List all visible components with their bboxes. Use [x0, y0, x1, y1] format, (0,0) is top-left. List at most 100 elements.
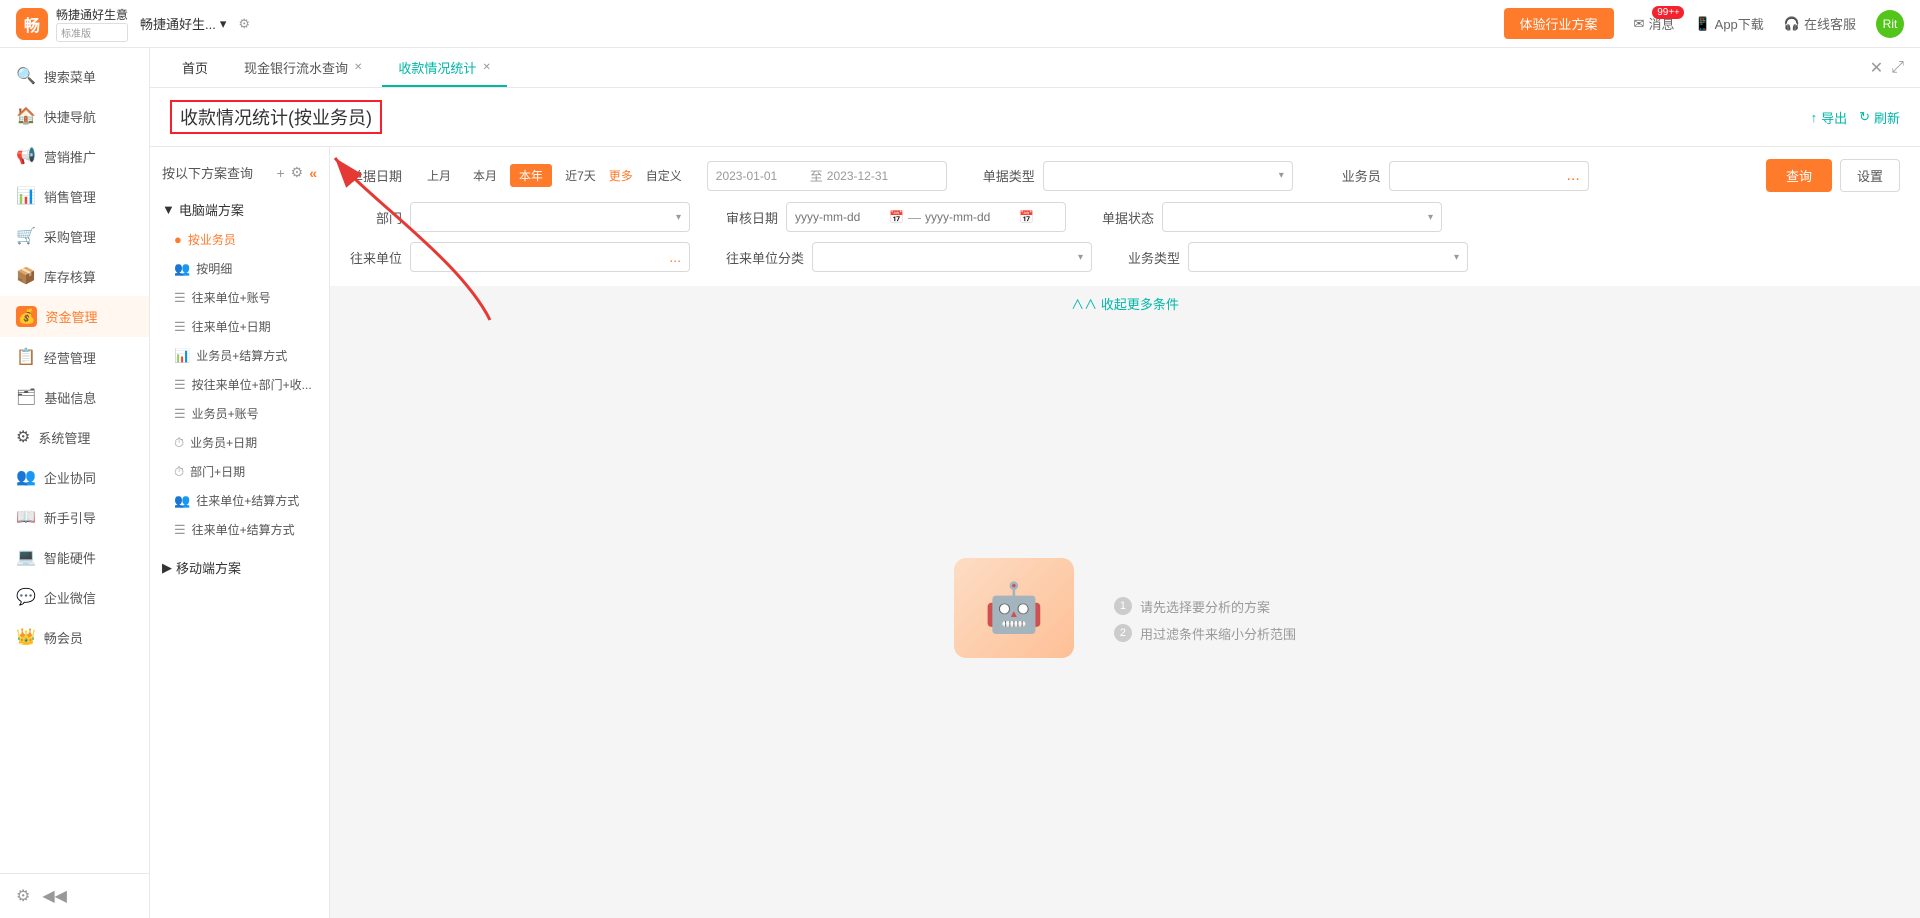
date-tag-more[interactable]: 更多: [609, 167, 633, 184]
scheme-collapse-icon[interactable]: «: [309, 165, 317, 181]
collapse-bar[interactable]: ∧∧ 收起更多条件: [330, 286, 1920, 321]
tab-bar: 首页 现金银行流水查询 ✕ 收款情况统计 ✕ ✕ ⤢: [150, 48, 1920, 88]
scheme-panel: 按以下方案查询 + ⚙ « ▼ 电脑端方案: [150, 147, 330, 918]
scheme-settings-icon[interactable]: ⚙: [291, 164, 304, 181]
scheme-item-unit-date[interactable]: ☰ 往来单位+日期: [150, 312, 329, 341]
date-range-input: 至: [707, 161, 947, 191]
date-tag-custom[interactable]: 自定义: [637, 164, 691, 187]
date-tag-this-year[interactable]: 本年: [510, 164, 552, 187]
counterpart-more-btn[interactable]: ...: [669, 249, 681, 265]
scheme-item-label: 按业务员: [188, 231, 236, 248]
sidebar-item-inventory[interactable]: 📦 库存核算: [0, 256, 149, 296]
salesperson-select[interactable]: ...: [1389, 161, 1589, 191]
sidebar-item-operation[interactable]: 📋 经营管理: [0, 337, 149, 377]
review-from-calendar-icon[interactable]: 📅: [889, 210, 904, 224]
tab-bank-label: 现金银行流水查询: [244, 58, 348, 77]
sp-account-icon: ☰: [174, 406, 186, 422]
counterpart-select[interactable]: ...: [410, 242, 690, 272]
date-from-input[interactable]: [716, 169, 806, 183]
date-to-input[interactable]: [827, 169, 917, 183]
footer-collapse-icon[interactable]: ◀◀: [42, 886, 67, 906]
app-logo: 畅: [16, 8, 48, 40]
sidebar-item-system[interactable]: ⚙ 系统管理: [0, 417, 149, 457]
scheme-item-unit-dept[interactable]: ☰ 按往来单位+部门+收...: [150, 370, 329, 399]
scheme-add-icon[interactable]: +: [276, 165, 284, 181]
scheme-item-label: 往来单位+账号: [192, 289, 271, 306]
tab-receipt[interactable]: 收款情况统计 ✕: [382, 50, 506, 87]
tab-bank-close[interactable]: ✕: [354, 62, 362, 73]
group-pc-arrow: ▼: [162, 202, 175, 217]
date-tag-this-month[interactable]: 本月: [464, 164, 506, 187]
sidebar-item-wechat[interactable]: 💬 企业微信: [0, 577, 149, 617]
sidebar-item-hardware[interactable]: 💻 智能硬件: [0, 537, 149, 577]
scheme-item-by-detail[interactable]: 👥 按明细: [150, 254, 329, 283]
sidebar-item-search[interactable]: 🔍 搜索菜单: [0, 56, 149, 96]
dept-select[interactable]: ▾: [410, 202, 690, 232]
scheme-item-unit-settle2[interactable]: ☰ 往来单位+结算方式: [150, 515, 329, 544]
sidebar-item-finance[interactable]: 💰 资金管理: [0, 296, 149, 337]
tab-close-all-icon[interactable]: ✕: [1870, 58, 1883, 78]
company-dropdown-icon[interactable]: ▾: [220, 16, 227, 32]
scheme-item-dept-date[interactable]: ⏱ 部门+日期: [150, 457, 329, 486]
message-btn[interactable]: ✉ 消息 99++: [1634, 14, 1675, 33]
scheme-item-unit-settle1[interactable]: 👥 往来单位+结算方式: [150, 486, 329, 515]
sidebar-item-quicknav[interactable]: 🏠 快捷导航: [0, 96, 149, 136]
empty-tip-2: 2 用过滤条件来缩小分析范围: [1114, 624, 1296, 643]
sidebar-item-label: 系统管理: [38, 428, 90, 447]
scheme-group-pc: ▼ 电脑端方案 ● 按业务员 👥 按明细 ☰: [150, 190, 329, 548]
settings-icon[interactable]: ⚙: [238, 16, 250, 32]
counterpart-category-select[interactable]: ▾: [812, 242, 1092, 272]
review-date-separator: —: [908, 210, 921, 225]
sidebar-item-sales[interactable]: 📊 销售管理: [0, 176, 149, 216]
scheme-group-mobile-title[interactable]: ▶ 移动端方案: [150, 552, 329, 583]
sidebar-item-member[interactable]: 👑 畅会员: [0, 617, 149, 657]
user-avatar[interactable]: Rit: [1876, 10, 1904, 38]
tip-text-2: 用过滤条件来缩小分析范围: [1140, 624, 1296, 643]
review-to-input[interactable]: [925, 210, 1015, 224]
filter-review-date: 审核日期 📅 — 📅: [726, 202, 1066, 232]
salesperson-more-btn[interactable]: ...: [1566, 167, 1579, 185]
trial-btn[interactable]: 体验行业方案: [1504, 8, 1614, 39]
sidebar-item-label: 营销推广: [44, 147, 96, 166]
sidebar-item-purchase[interactable]: 🛒 采购管理: [0, 216, 149, 256]
counterpart-cat-chevron: ▾: [1078, 252, 1083, 263]
scheme-item-unit-account[interactable]: ☰ 往来单位+账号: [150, 283, 329, 312]
settings-btn[interactable]: 设置: [1840, 159, 1900, 192]
sidebar-item-collab[interactable]: 👥 企业协同: [0, 457, 149, 497]
query-btn[interactable]: 查询: [1766, 159, 1832, 192]
sidebar-item-marketing[interactable]: 📢 营销推广: [0, 136, 149, 176]
review-from-input[interactable]: [795, 210, 885, 224]
tab-expand-icon[interactable]: ⤢: [1891, 59, 1904, 77]
refresh-btn[interactable]: ↻ 刷新: [1859, 108, 1900, 127]
company-selector[interactable]: 畅捷通好生... ▾: [140, 14, 226, 33]
scheme-item-salesperson-date[interactable]: ⏱ 业务员+日期: [150, 428, 329, 457]
scheme-item-salesperson-settle[interactable]: 📊 业务员+结算方式: [150, 341, 329, 370]
version-badge: 标准版: [56, 23, 128, 42]
date-tag-last-month[interactable]: 上月: [418, 164, 460, 187]
date-tag-7days[interactable]: 近7天: [556, 164, 605, 187]
scheme-item-label: 业务员+结算方式: [196, 347, 287, 364]
online-service-btn[interactable]: 🎧 在线客服: [1784, 14, 1856, 33]
sidebar-item-basic[interactable]: 🗂 基础信息: [0, 377, 149, 417]
page-title-bar: 收款情况统计(按业务员) ↑ 导出 ↻ 刷新: [150, 88, 1920, 147]
footer-settings-icon[interactable]: ⚙: [16, 886, 30, 906]
scheme-item-by-salesperson[interactable]: ● 按业务员: [150, 225, 329, 254]
review-to-calendar-icon[interactable]: 📅: [1019, 210, 1034, 224]
message-icon: ✉: [1634, 16, 1645, 32]
main-layout: 🔍 搜索菜单 🏠 快捷导航 📢 营销推广 📊 销售管理 🛒 采购管理 📦: [0, 0, 1920, 918]
dept-date-icon: ⏱: [174, 464, 184, 480]
biz-type-select[interactable]: ▾: [1188, 242, 1468, 272]
sidebar-item-guide[interactable]: 📖 新手引导: [0, 497, 149, 537]
tab-receipt-close[interactable]: ✕: [482, 62, 490, 73]
scheme-item-salesperson-account[interactable]: ☰ 业务员+账号: [150, 399, 329, 428]
filter-doc-status: 单据状态 ▾: [1102, 202, 1442, 232]
dept-label: 部门: [350, 208, 402, 227]
scheme-group-pc-title[interactable]: ▼ 电脑端方案: [150, 194, 329, 225]
doc-type-select[interactable]: ▾: [1043, 161, 1293, 191]
app-download-btn[interactable]: 📱 App下载: [1694, 14, 1763, 33]
export-btn[interactable]: ↑ 导出: [1811, 108, 1848, 127]
tab-home[interactable]: 首页: [166, 50, 224, 87]
doc-status-select[interactable]: ▾: [1162, 202, 1442, 232]
biz-type-label: 业务类型: [1128, 248, 1180, 267]
tab-bank[interactable]: 现金银行流水查询 ✕: [228, 50, 378, 87]
